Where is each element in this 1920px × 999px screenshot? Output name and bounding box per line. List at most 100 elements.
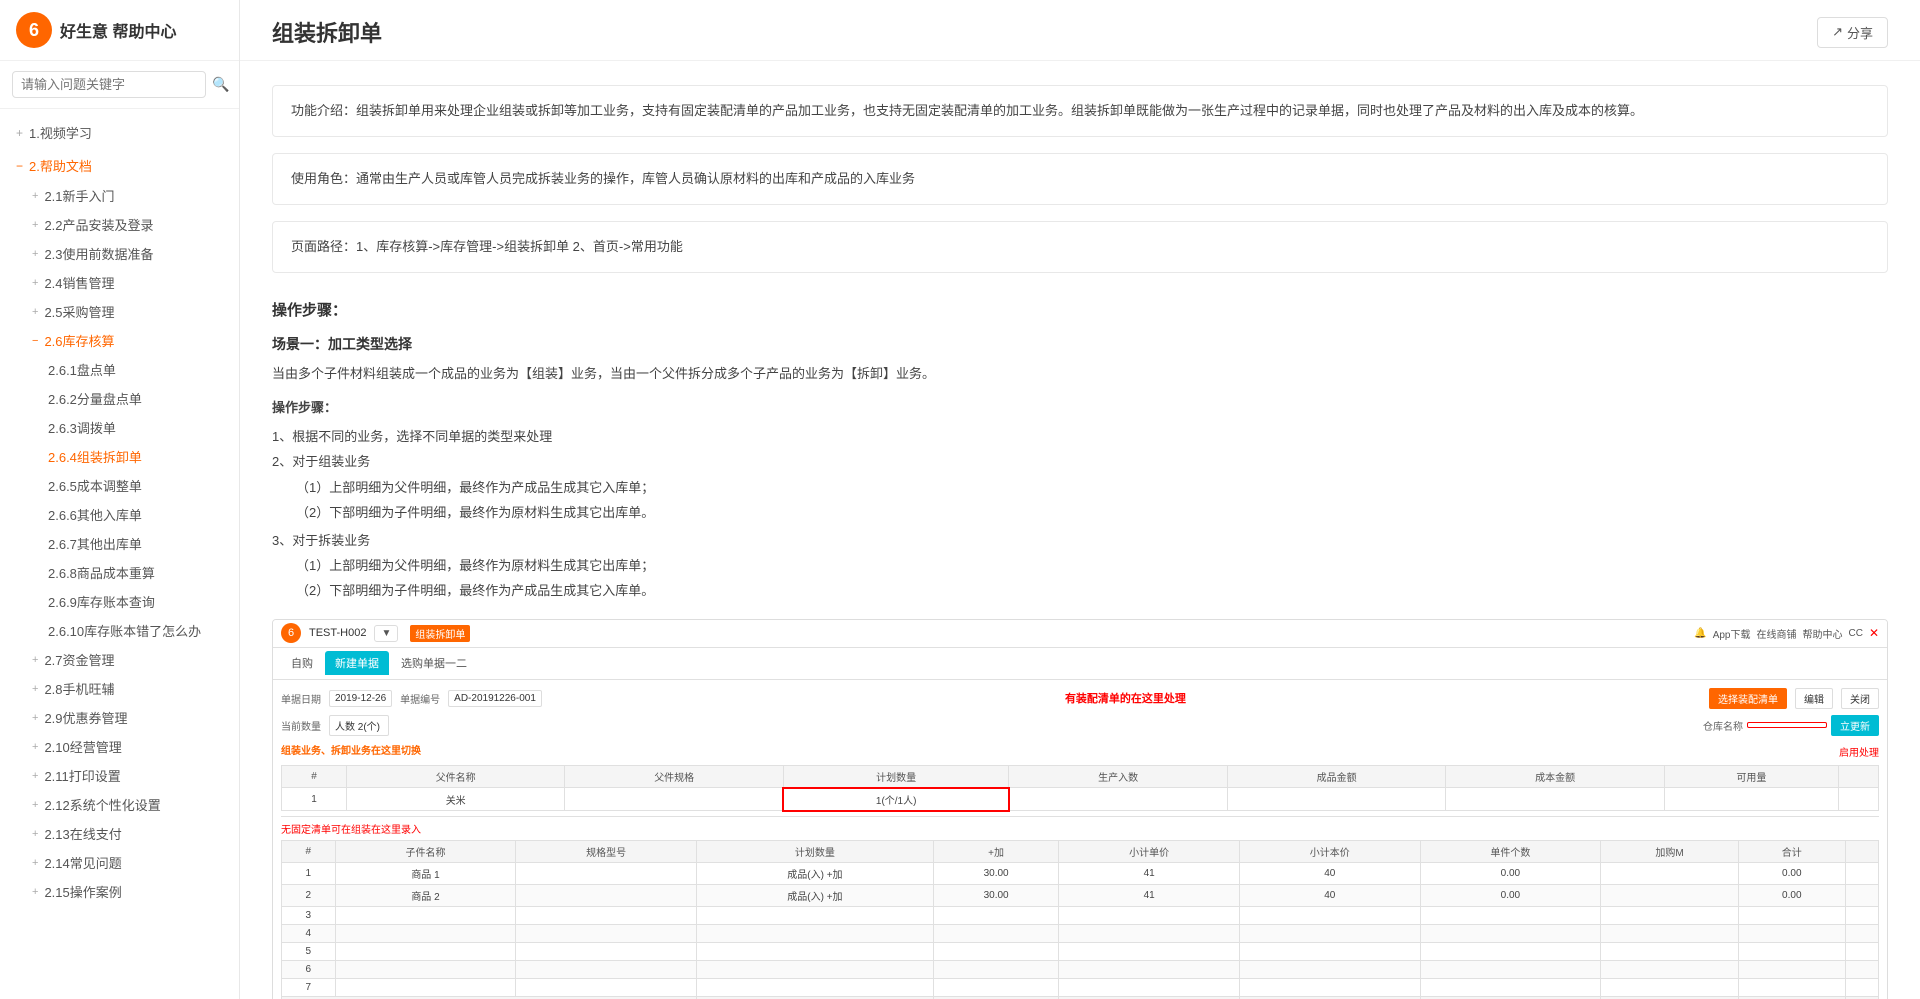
sidebar-item-s24[interactable]: + 2.4销售管理 [12, 268, 239, 297]
sidebar-item-s211[interactable]: + 2.11打印设置 [12, 761, 239, 790]
mock-app: 6 TEST-H002 ▼ 组装拆卸单 🔔 App下载 在线商铺 帮助中心 [273, 620, 1887, 999]
steps-label: 操作步骤： [272, 396, 1888, 419]
main-content: 组装拆卸单 ↗ 分享 功能介绍：组装拆卸单用来处理企业组装或拆卸等加工业务，支持… [240, 0, 1920, 999]
mock-dropdown: ▼ [374, 625, 398, 642]
mock-date-input: 2019-12-26 [329, 690, 392, 707]
sidebar-item-s215[interactable]: + 2.15操作案例 [12, 877, 239, 906]
sidebar-item-i263[interactable]: 2.6.3调拨单 [32, 413, 239, 442]
mock-table-bottom-header: # 子件名称 规格型号 计划数量 +加 小计单价 小计本价 单件个数 加购M [282, 840, 1879, 862]
mock-order-input: AD-20191226-001 [448, 690, 542, 707]
mock-table-top-header: # 父件名称 父件规格 计划数量 生产入数 成品金额 成本金额 可用量 [282, 765, 1879, 788]
mock-date-label: 单据日期 [281, 691, 321, 706]
mock-table-bottom: # 子件名称 规格型号 计划数量 +加 小计单价 小计本价 单件个数 加购M [281, 840, 1879, 999]
sidebar-item-i269[interactable]: 2.6.9库存账本查询 [32, 587, 239, 616]
table-row: 2 商品 2 成品(入) +加 30.00 41 40 0.00 [282, 884, 1879, 906]
annotation5-text: 无固定清单可在组装在这里录入 [281, 821, 1879, 836]
mock-divider [281, 816, 1879, 817]
sidebar-item-s27[interactable]: + 2.7资金管理 [12, 645, 239, 674]
steps-section: 操作步骤： 场景一：加工类型选择 当由多个子件材料组装成一个成品的业务为【组装】… [272, 289, 1888, 999]
step2-sub2: （2）下部明细为子件明细，最终作为原材料生成其它出库单。 [296, 501, 1888, 524]
table-row: 5 [282, 942, 1879, 960]
sidebar-item-s23[interactable]: + 2.3使用前数据准备 [12, 239, 239, 268]
scene1-desc: 当由多个子件材料组装成一个成品的业务为【组装】业务，当由一个父件拆分成多个子产品… [272, 362, 1888, 385]
table-row: 1 关米 1(个/1人) [282, 788, 1879, 811]
mock-form-row2: 当前数量 人数 2(个) 仓库名称 立更新 [281, 715, 1879, 736]
mock-count-input: 人数 2(个) [329, 715, 389, 736]
plus-icon: + [32, 219, 38, 231]
mock-wh-label: 仓库名称 [1703, 718, 1743, 733]
mock-topbar-icons: 组装拆卸单 [410, 625, 470, 642]
plus-icon: + [32, 828, 38, 840]
step3-sub-list: （1）上部明细为父件明细，最终作为原材料生成其它出库单； （2）下部明细为子件明… [296, 554, 1888, 603]
step2: 2、对于组装业务 [272, 450, 1888, 473]
share-button[interactable]: ↗ 分享 [1817, 17, 1888, 48]
main-header: 组装拆卸单 ↗ 分享 [240, 0, 1920, 61]
search-box: 🔍 [0, 61, 239, 109]
sidebar-item-i266[interactable]: 2.6.6其他入库单 [32, 500, 239, 529]
mock-assign-btn: 选择装配清单 [1709, 688, 1787, 709]
table-row: 7 [282, 978, 1879, 996]
scene1-title: 场景一：加工类型选择 [272, 334, 1888, 354]
share-label: 分享 [1847, 23, 1873, 42]
search-icon[interactable]: 🔍 [212, 76, 229, 93]
mock-count-label: 当前数量 [281, 718, 321, 733]
mock-nav-self: 自购 [281, 651, 323, 675]
sidebar: 6 好生意 帮助中心 🔍 + 1.视频学习 − 2.帮助文档 + 2.1新手入门 [0, 0, 240, 999]
share-icon: ↗ [1832, 24, 1843, 40]
step2-sub1: （1）上部明细为父件明细，最终作为产成品生成其它入库单； [296, 476, 1888, 499]
sidebar-item-i2610[interactable]: 2.6.10库存账本错了怎么办 [32, 616, 239, 645]
steps-list: 1、根据不同的业务，选择不同单据的类型来处理 2、对于组装业务 （1）上部明细为… [272, 425, 1888, 603]
logo-icon: 6 [16, 12, 52, 48]
sidebar-item-i268[interactable]: 2.6.8商品成本重算 [32, 558, 239, 587]
sidebar-item-s210[interactable]: + 2.10经营管理 [12, 732, 239, 761]
step3: 3、对于拆装业务 [272, 529, 1888, 552]
sidebar-item-s214[interactable]: + 2.14常见问题 [12, 848, 239, 877]
mock-close-btn: 关闭 [1841, 688, 1879, 709]
mock-section-label: 组装业务、拆卸业务在这里切换 [281, 742, 421, 757]
sidebar-item-i267[interactable]: 2.6.7其他出库单 [32, 529, 239, 558]
search-input[interactable] [12, 71, 206, 98]
sidebar-item-s25[interactable]: + 2.5采购管理 [12, 297, 239, 326]
sidebar-item-i261[interactable]: 2.6.1盘点单 [32, 355, 239, 384]
sidebar-header: 6 好生意 帮助中心 [0, 0, 239, 61]
screenshot-container: 6 TEST-H002 ▼ 组装拆卸单 🔔 App下载 在线商铺 帮助中心 [272, 619, 1888, 999]
table-row: 4 [282, 924, 1879, 942]
table-row: 3 [282, 906, 1879, 924]
sidebar-item-s21[interactable]: + 2.1新手入门 [12, 181, 239, 210]
mock-form-area: 单据日期 2019-12-26 单据编号 AD-20191226-001 有装配… [273, 680, 1887, 999]
sidebar-item-s212[interactable]: + 2.12系统个性化设置 [12, 790, 239, 819]
nav-section-1: + 1.视频学习 [0, 117, 239, 148]
minus-icon: − [16, 159, 23, 173]
nav-items-s26: 2.6.1盘点单 2.6.2分量盘点单 2.6.3调拨单 2.6.4组装拆卸单 … [12, 355, 239, 645]
annotation4-text: 启用处理 [1839, 744, 1879, 759]
plus-icon: + [32, 277, 38, 289]
mock-table-top: # 父件名称 父件规格 计划数量 生产入数 成品金额 成本金额 可用量 [281, 765, 1879, 812]
sidebar-item-s28[interactable]: + 2.8手机旺辅 [12, 674, 239, 703]
sidebar-item-i262[interactable]: 2.6.2分量盘点单 [32, 384, 239, 413]
screenshot-inner: 6 TEST-H002 ▼ 组装拆卸单 🔔 App下载 在线商铺 帮助中心 [273, 620, 1887, 999]
sidebar-item-i265[interactable]: 2.6.5成本调整单 [32, 471, 239, 500]
mock-form-row1: 单据日期 2019-12-26 单据编号 AD-20191226-001 有装配… [281, 688, 1879, 709]
annotation1-text: 有装配清单的在这里处理 [550, 690, 1701, 706]
plus-icon: + [32, 712, 38, 724]
sidebar-item-s26[interactable]: − 2.6库存核算 [12, 326, 239, 355]
plus-icon: + [32, 770, 38, 782]
nav-subsection: + 2.1新手入门 + 2.2产品安装及登录 + 2.3使用前数据准备 + 2.… [0, 181, 239, 906]
sidebar-item-docs[interactable]: − 2.帮助文档 [0, 150, 239, 181]
path-block: 页面路径：1、库存核算->库存管理->组装拆卸单 2、首页->常用功能 [272, 221, 1888, 273]
minus-icon: − [32, 335, 38, 347]
mock-warehouse-area: 仓库名称 立更新 [1703, 715, 1879, 736]
plus-icon: + [32, 683, 38, 695]
plus-icon: + [32, 306, 38, 318]
sidebar-item-s29[interactable]: + 2.9优惠券管理 [12, 703, 239, 732]
sidebar-item-i264[interactable]: 2.6.4组装拆卸单 [32, 442, 239, 471]
sidebar-item-s22[interactable]: + 2.2产品安装及登录 [12, 210, 239, 239]
mock-company: TEST-H002 [309, 627, 366, 639]
mock-confirm-btn: 立更新 [1831, 715, 1879, 736]
sidebar-item-s213[interactable]: + 2.13在线支付 [12, 819, 239, 848]
sidebar-item-video[interactable]: + 1.视频学习 [0, 117, 239, 148]
steps-title: 操作步骤： [272, 299, 1888, 320]
role-text: 使用角色：通常由生产人员或库管人员完成拆装业务的操作，库管人员确认原材料的出库和… [291, 171, 915, 186]
path-text: 页面路径：1、库存核算->库存管理->组装拆卸单 2、首页->常用功能 [291, 239, 683, 254]
mock-topbar: 6 TEST-H002 ▼ 组装拆卸单 🔔 App下载 在线商铺 帮助中心 [273, 620, 1887, 648]
